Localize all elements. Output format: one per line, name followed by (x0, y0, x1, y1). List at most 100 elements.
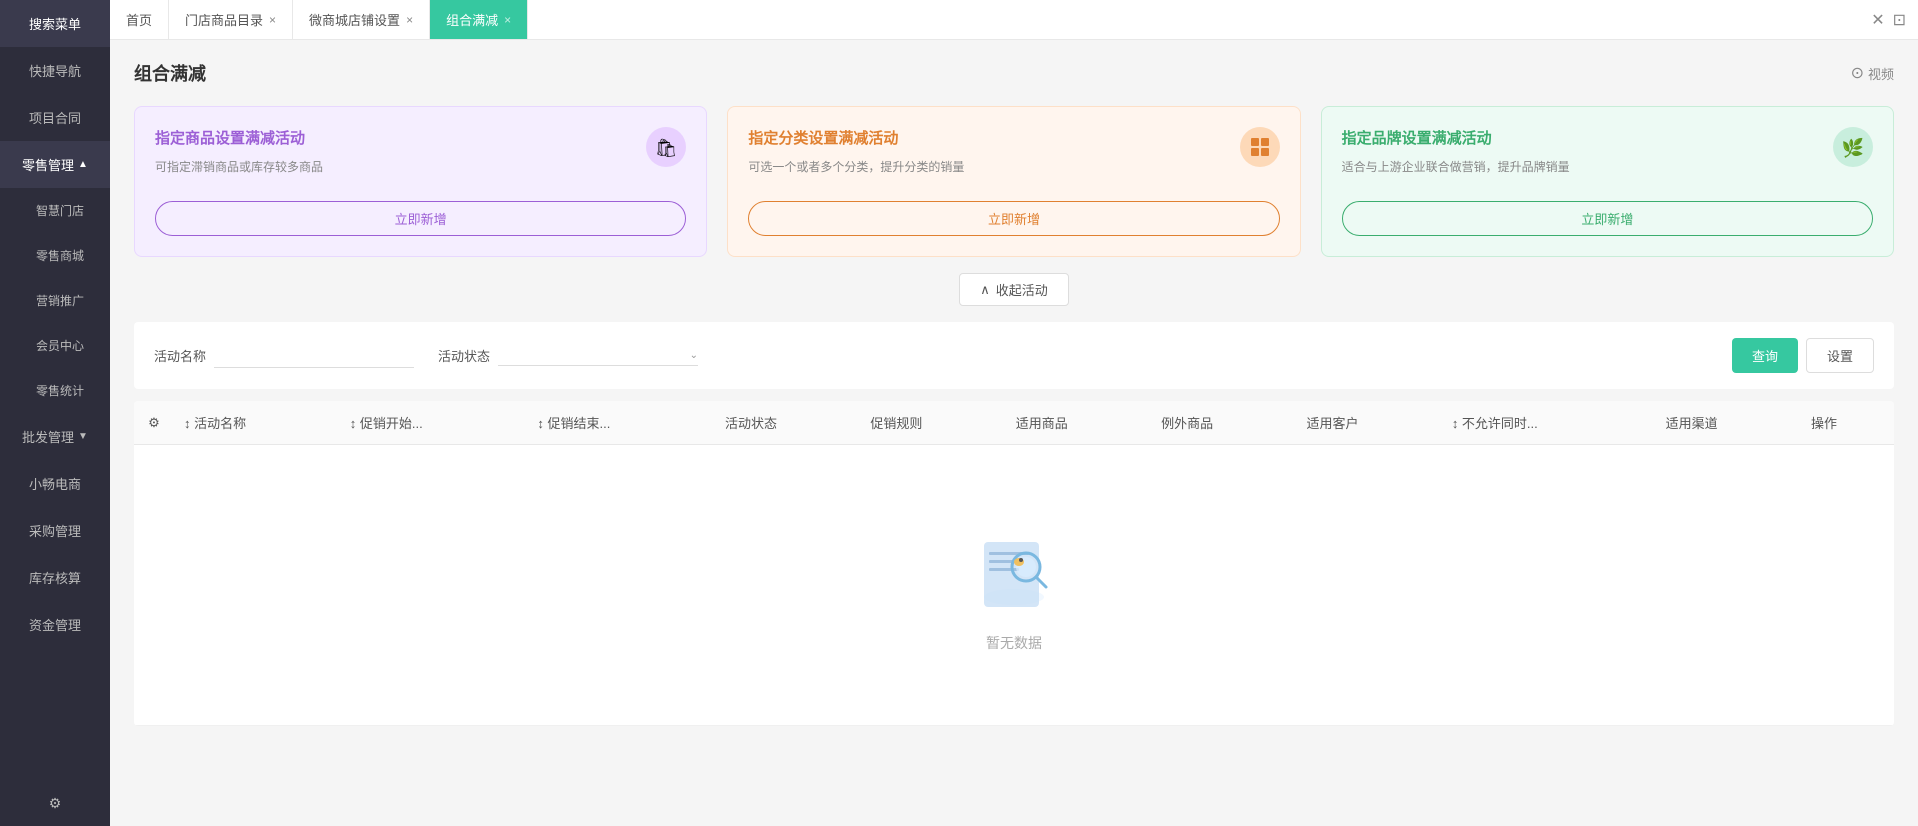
svg-text:🛍: 🛍 (655, 138, 678, 158)
tab-combo-discount-close[interactable]: × (504, 13, 511, 27)
activity-status-select[interactable]: ⌄ (498, 346, 698, 366)
sidebar-label-retail-mall: 零售商城 (36, 249, 84, 263)
product-activity-card: 指定商品设置满减活动 🛍 可指定滞销商品或库存较多商品 立即新增 (134, 106, 707, 257)
brand-card-title: 指定品牌设置满减活动 (1342, 127, 1873, 148)
table-col-operation: 操作 (1801, 401, 1894, 445)
product-card-title: 指定商品设置满减活动 (155, 127, 686, 148)
collapse-arrow-icon: ∧ (980, 282, 990, 298)
sidebar-item-member-center[interactable]: 会员中心 (0, 323, 110, 368)
collapse-bar: ∧ 收起活动 (134, 273, 1894, 306)
activity-name-label: 活动名称 (154, 346, 206, 365)
tab-home-label: 首页 (126, 10, 152, 29)
setting-button[interactable]: 设置 (1806, 338, 1874, 373)
sidebar-item-wholesale-mgmt[interactable]: 批发管理 ▼ (0, 413, 110, 460)
sidebar-item-retail-mall[interactable]: 零售商城 (0, 233, 110, 278)
sort-icon-activity-name[interactable]: ↕ (184, 416, 191, 431)
activity-status-arrow-icon: ⌄ (690, 350, 698, 361)
sidebar-item-marketing[interactable]: 营销推广 (0, 278, 110, 323)
cards-row: 指定商品设置满减活动 🛍 可指定滞销商品或库存较多商品 立即新增 指定分类设置满… (134, 106, 1894, 257)
main-area: 首页 门店商品目录 × 微商城店铺设置 × 组合满减 × ✕ ⊡ 组合满减 ⊙ … (110, 0, 1918, 826)
sidebar-item-purchase-mgmt[interactable]: 采购管理 (0, 507, 110, 554)
table-col-promo-rule: 促销规则 (860, 401, 1005, 445)
sidebar-item-finance-mgmt[interactable]: 资金管理 (0, 601, 110, 648)
page-header: 组合满减 ⊙ 视频 (134, 60, 1894, 86)
tab-combo-discount[interactable]: 组合满减 × (430, 0, 528, 39)
activity-name-input[interactable] (214, 344, 414, 368)
activity-name-field: 活动名称 (154, 344, 414, 368)
tab-store-catalog-label: 门店商品目录 (185, 10, 263, 29)
tab-bar: 首页 门店商品目录 × 微商城店铺设置 × 组合满减 × ✕ ⊡ (110, 0, 1918, 40)
tab-wechat-store-label: 微商城店铺设置 (309, 10, 400, 29)
video-link[interactable]: ⊙ 视频 (1851, 63, 1894, 83)
tab-home[interactable]: 首页 (110, 0, 169, 39)
sidebar: 搜索菜单 快捷导航 项目合同 零售管理 ▲ 智慧门店 零售商城 营销推广 会员中… (0, 0, 110, 826)
sidebar-item-inventory[interactable]: 库存核算 (0, 554, 110, 601)
sidebar-item-retail-mgmt[interactable]: 零售管理 ▲ (0, 141, 110, 188)
product-card-icon: 🛍 (646, 127, 686, 175)
wholesale-mgmt-arrow-icon: ▼ (78, 431, 88, 442)
brand-card-add-btn[interactable]: 立即新增 (1342, 201, 1873, 236)
sidebar-label-finance-mgmt: 资金管理 (29, 618, 81, 633)
category-card-title: 指定分类设置满减活动 (748, 127, 1279, 148)
category-card-desc: 可选一个或者多个分类，提升分类的销量 (748, 158, 1279, 177)
table-col-applicable-goods: 适用商品 (1006, 401, 1151, 445)
sidebar-label-retail-mgmt: 零售管理 (22, 155, 74, 174)
sort-icon-promo-start[interactable]: ↕ (350, 416, 357, 431)
table-col-activity-name: ↕ 活动名称 (174, 401, 340, 445)
sidebar-label-marketing: 营销推广 (36, 294, 84, 308)
sidebar-label-inventory: 库存核算 (29, 571, 81, 586)
sidebar-item-smart-store[interactable]: 智慧门店 (0, 188, 110, 233)
empty-text: 暂无数据 (986, 633, 1042, 653)
table-col-gear[interactable]: ⚙ (134, 401, 174, 445)
table-header: ⚙ ↕ 活动名称 ↕ 促销开始... ↕ 促销结束... (134, 401, 1894, 445)
sidebar-label-wholesale-mgmt: 批发管理 (22, 427, 74, 446)
sidebar-label-project-contract: 项目合同 (29, 111, 81, 126)
tab-actions: ✕ ⊡ (1859, 10, 1918, 30)
svg-text:🌿: 🌿 (1842, 137, 1864, 158)
page-title: 组合满减 (134, 60, 206, 86)
activity-status-field: 活动状态 ⌄ (438, 346, 698, 366)
sidebar-gear-icon[interactable]: ⚙ (0, 781, 110, 826)
table-col-exception-goods: 例外商品 (1151, 401, 1296, 445)
tab-wechat-store[interactable]: 微商城店铺设置 × (293, 0, 430, 39)
query-button[interactable]: 查询 (1732, 338, 1798, 373)
empty-state: 暂无数据 (144, 457, 1884, 713)
activity-status-label: 活动状态 (438, 346, 490, 365)
sidebar-item-project-contract[interactable]: 项目合同 (0, 94, 110, 141)
sidebar-item-quick-nav[interactable]: 快捷导航 (0, 47, 110, 94)
product-card-desc: 可指定滞销商品或库存较多商品 (155, 158, 686, 177)
table-col-promo-start: ↕ 促销开始... (340, 401, 528, 445)
brand-card-icon: 🌿 (1833, 127, 1873, 175)
activity-table: ⚙ ↕ 活动名称 ↕ 促销开始... ↕ 促销结束... (134, 401, 1894, 726)
window-close-icon[interactable]: ✕ (1871, 10, 1884, 30)
retail-mgmt-arrow-icon: ▲ (78, 159, 88, 170)
table-col-applicable-customer: 适用客户 (1296, 401, 1441, 445)
video-circle-icon: ⊙ (1851, 63, 1864, 83)
collapse-activity-btn[interactable]: ∧ 收起活动 (959, 273, 1069, 306)
sidebar-item-retail-stats[interactable]: 零售统计 (0, 368, 110, 413)
window-restore-icon[interactable]: ⊡ (1893, 10, 1906, 30)
tab-combo-discount-label: 组合满减 (446, 10, 498, 29)
sort-icon-promo-end[interactable]: ↕ (537, 416, 544, 431)
collapse-label: 收起活动 (996, 280, 1048, 299)
sort-icon-no-concurrent[interactable]: ↕ (1452, 416, 1459, 431)
table-col-applicable-channel: 适用渠道 (1656, 401, 1801, 445)
content-area: 组合满减 ⊙ 视频 指定商品设置满减活动 🛍 可指定滞销商品或库存较多商品 立即… (110, 40, 1918, 826)
tab-wechat-store-close[interactable]: × (406, 13, 413, 27)
category-card-add-btn[interactable]: 立即新增 (748, 201, 1279, 236)
product-card-add-btn[interactable]: 立即新增 (155, 201, 686, 236)
table-empty-row: 暂无数据 (134, 445, 1894, 726)
tab-store-catalog[interactable]: 门店商品目录 × (169, 0, 293, 39)
table-col-activity-status: 活动状态 (715, 401, 860, 445)
sidebar-item-search[interactable]: 搜索菜单 (0, 0, 110, 47)
empty-illustration (964, 517, 1064, 617)
brand-card-desc: 适合与上游企业联合做营销，提升品牌销量 (1342, 158, 1873, 177)
tab-store-catalog-close[interactable]: × (269, 13, 276, 27)
sidebar-label-ecommerce: 小畅电商 (29, 477, 81, 492)
sidebar-label-smart-store: 智慧门店 (36, 204, 84, 218)
sidebar-item-ecommerce[interactable]: 小畅电商 (0, 460, 110, 507)
sidebar-label-member-center: 会员中心 (36, 339, 84, 353)
sidebar-label-purchase-mgmt: 采购管理 (29, 524, 81, 539)
search-menu-label: 搜索菜单 (29, 17, 81, 32)
sidebar-label-retail-stats: 零售统计 (36, 384, 84, 398)
